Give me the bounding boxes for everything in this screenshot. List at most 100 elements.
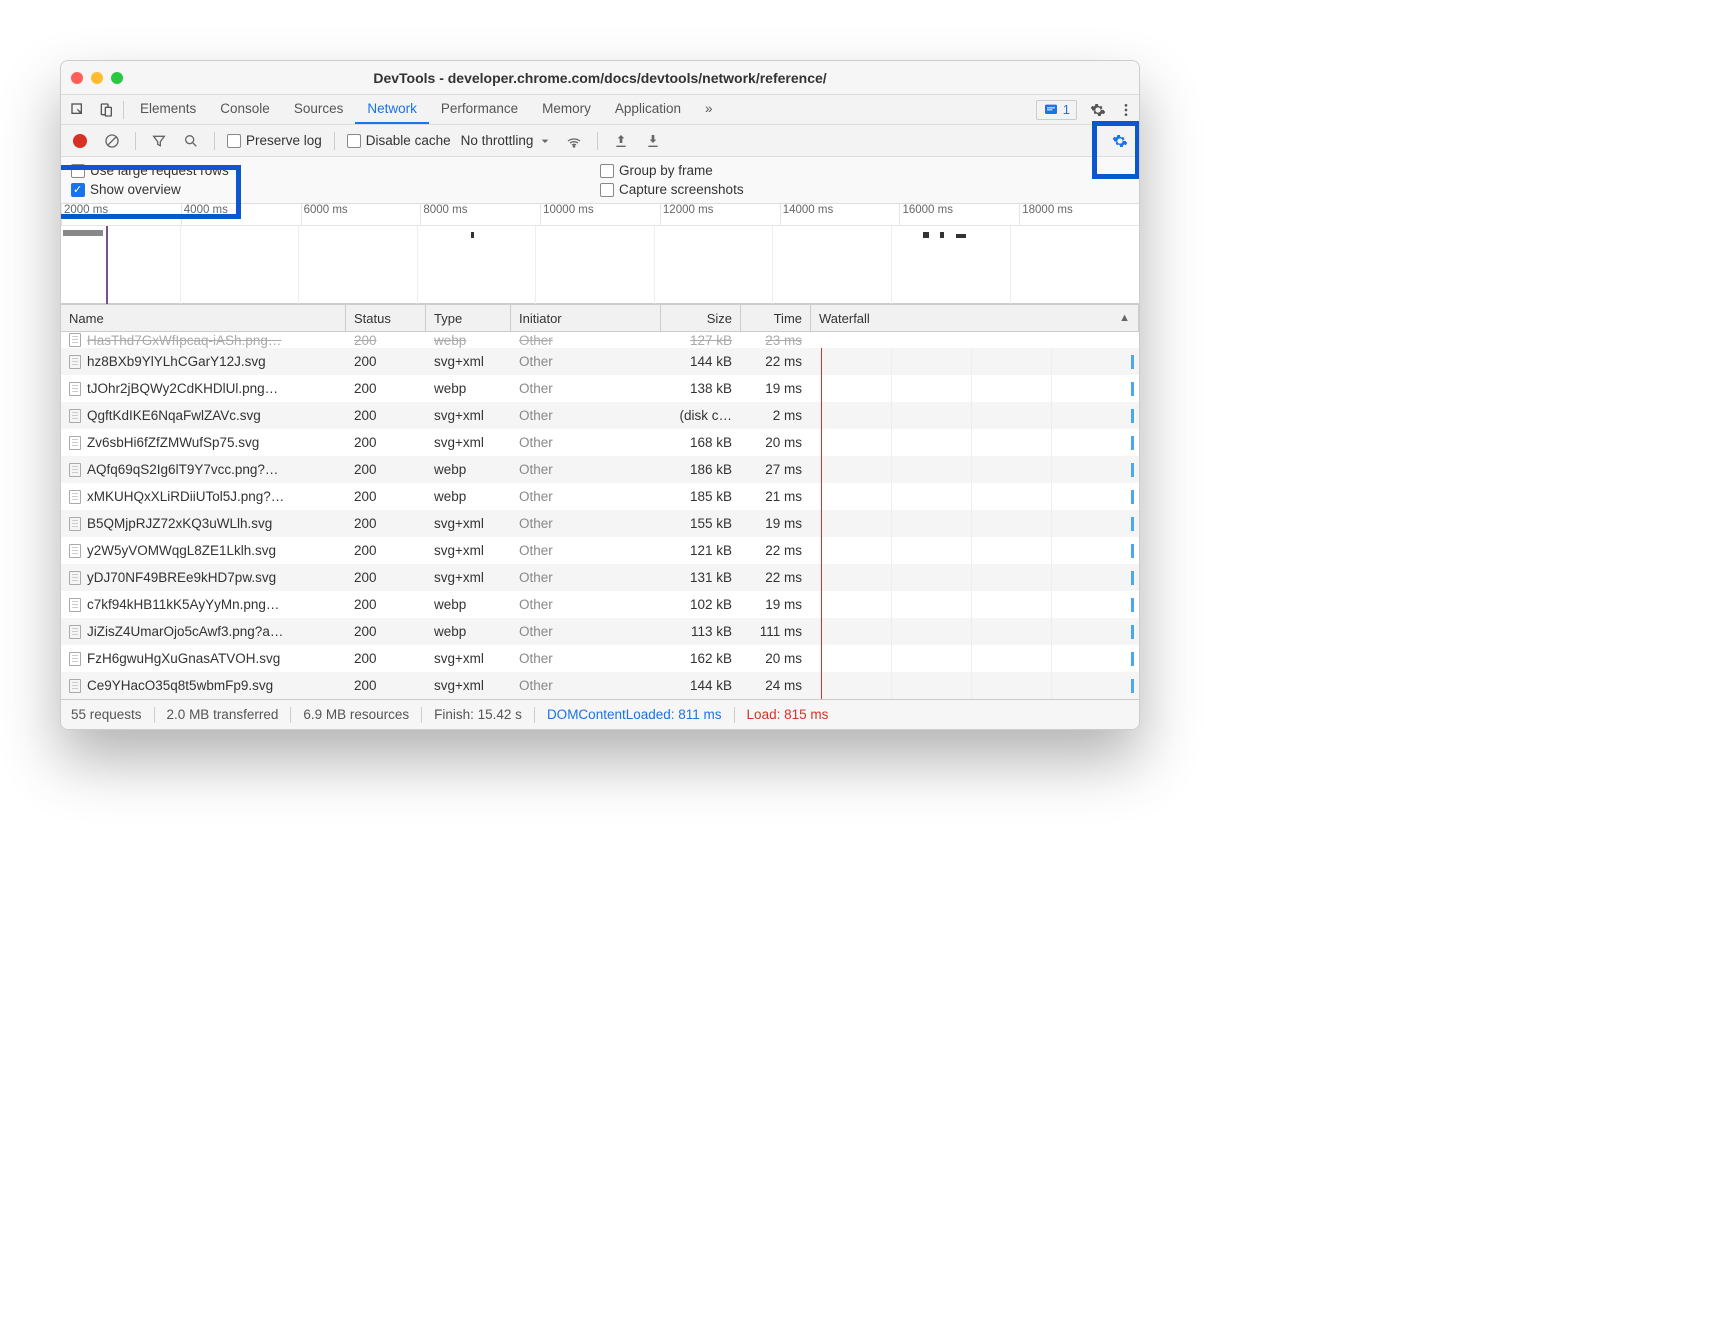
waterfall-cell — [811, 456, 1139, 483]
waterfall-bar — [1131, 652, 1134, 666]
table-row[interactable]: Zv6sbHi6fZfZMWufSp75.svg200svg+xmlOther1… — [61, 429, 1139, 456]
table-row[interactable]: HasThd7GxWfIpcaq-iASh.png… 200 webp Othe… — [61, 332, 1139, 348]
load-line — [821, 564, 822, 591]
table-row[interactable]: QgftKdIKE6NqaFwlZAVc.svg200svg+xmlOther(… — [61, 402, 1139, 429]
request-size: 131 kB — [661, 567, 741, 588]
timeline-mark — [923, 232, 929, 238]
timeline-body — [61, 226, 1139, 304]
request-type: svg+xml — [426, 540, 511, 561]
tab-memory[interactable]: Memory — [530, 95, 603, 124]
request-time: 22 ms — [741, 567, 811, 588]
request-time: 20 ms — [741, 432, 811, 453]
request-initiator: Other — [511, 513, 661, 534]
tab-more[interactable]: » — [693, 95, 725, 124]
waterfall-bar — [1131, 571, 1134, 585]
tab-sources[interactable]: Sources — [282, 95, 356, 124]
request-size: (disk c… — [661, 405, 741, 426]
issues-count: 1 — [1063, 102, 1070, 117]
window-title: DevTools - developer.chrome.com/docs/dev… — [61, 70, 1139, 86]
tab-performance[interactable]: Performance — [429, 95, 530, 124]
capture-screenshots-checkbox[interactable]: Capture screenshots — [600, 182, 1129, 197]
tab-console[interactable]: Console — [208, 95, 282, 124]
network-settings-gear-icon[interactable] — [1109, 130, 1131, 152]
overview-timeline[interactable]: 2000 ms 4000 ms 6000 ms 8000 ms 10000 ms… — [61, 204, 1139, 304]
request-name: tJOhr2jBQWy2CdKHDlUl.png… — [87, 381, 278, 396]
group-by-frame-checkbox[interactable]: Group by frame — [600, 163, 1129, 178]
disable-cache-checkbox[interactable]: Disable cache — [347, 133, 451, 148]
table-row[interactable]: FzH6gwuHgXuGnasATVOH.svg200svg+xmlOther1… — [61, 645, 1139, 672]
status-bar: 55 requests 2.0 MB transferred 6.9 MB re… — [61, 699, 1139, 729]
col-initiator[interactable]: Initiator — [511, 305, 661, 331]
large-request-rows-checkbox[interactable]: Use large request rows — [71, 163, 600, 178]
filter-icon[interactable] — [148, 130, 170, 152]
large-rows-label: Use large request rows — [90, 163, 229, 178]
load-line — [821, 456, 822, 483]
record-button[interactable] — [69, 130, 91, 152]
col-name[interactable]: Name — [61, 305, 346, 331]
table-row[interactable]: xMKUHQxXLiRDiiUTol5J.png?…200webpOther18… — [61, 483, 1139, 510]
request-status: 200 — [346, 405, 426, 426]
table-row[interactable]: y2W5yVOMWqgL8ZE1Lklh.svg200svg+xmlOther1… — [61, 537, 1139, 564]
request-time: 19 ms — [741, 594, 811, 615]
table-row[interactable]: JiZisZ4UmarOjo5cAwf3.png?a…200webpOther1… — [61, 618, 1139, 645]
col-type[interactable]: Type — [426, 305, 511, 331]
inspect-icon[interactable] — [65, 97, 91, 123]
table-row[interactable]: yDJ70NF49BREe9kHD7pw.svg200svg+xmlOther1… — [61, 564, 1139, 591]
request-type: svg+xml — [426, 405, 511, 426]
request-status: 200 — [346, 540, 426, 561]
minimize-window-button[interactable] — [91, 72, 103, 84]
request-time: 22 ms — [741, 351, 811, 372]
close-window-button[interactable] — [71, 72, 83, 84]
request-time: 19 ms — [741, 378, 811, 399]
file-icon — [69, 333, 81, 347]
show-overview-checkbox[interactable]: Show overview — [71, 182, 600, 197]
table-row[interactable]: Ce9YHacO35q8t5wbmFp9.svg200svg+xmlOther1… — [61, 672, 1139, 699]
request-size: 168 kB — [661, 432, 741, 453]
download-har-icon[interactable] — [642, 130, 664, 152]
show-overview-label: Show overview — [90, 182, 181, 197]
waterfall-cell — [811, 402, 1139, 429]
tab-application[interactable]: Application — [603, 95, 693, 124]
table-row[interactable]: c7kf94kHB11kK5AyYyMn.png…200webpOther102… — [61, 591, 1139, 618]
col-waterfall[interactable]: Waterfall ▲ — [811, 305, 1139, 331]
status-load: Load: 815 ms — [747, 707, 829, 722]
waterfall-bar — [1131, 490, 1134, 504]
col-time[interactable]: Time — [741, 305, 811, 331]
table-row[interactable]: tJOhr2jBQWy2CdKHDlUl.png…200webpOther138… — [61, 375, 1139, 402]
tab-elements[interactable]: Elements — [128, 95, 208, 124]
col-size[interactable]: Size — [661, 305, 741, 331]
kebab-menu-icon[interactable] — [1113, 97, 1139, 123]
settings-gear-icon[interactable] — [1085, 97, 1111, 123]
tab-network[interactable]: Network — [355, 95, 429, 124]
upload-har-icon[interactable] — [610, 130, 632, 152]
device-toggle-icon[interactable] — [93, 97, 119, 123]
network-conditions-icon[interactable] — [563, 130, 585, 152]
request-initiator: Other — [511, 432, 661, 453]
maximize-window-button[interactable] — [111, 72, 123, 84]
status-finish: Finish: 15.42 s — [434, 707, 522, 722]
request-time: 21 ms — [741, 486, 811, 507]
issues-badge[interactable]: 1 — [1036, 100, 1077, 120]
request-initiator: Other — [511, 459, 661, 480]
table-row[interactable]: AQfq69qS2Ig6lT9Y7vcc.png?…200webpOther18… — [61, 456, 1139, 483]
col-status[interactable]: Status — [346, 305, 426, 331]
file-icon — [69, 463, 81, 477]
clear-icon[interactable] — [101, 130, 123, 152]
request-status: 200 — [346, 648, 426, 669]
waterfall-cell — [811, 348, 1139, 375]
load-line — [821, 483, 822, 510]
timeline-activity — [63, 230, 103, 236]
load-line — [821, 672, 822, 699]
throttling-select[interactable]: No throttling — [461, 133, 554, 149]
waterfall-bar — [1131, 409, 1134, 423]
table-row[interactable]: hz8BXb9YlYLhCGarY12J.svg200svg+xmlOther1… — [61, 348, 1139, 375]
ruler-tick: 14000 ms — [780, 204, 900, 225]
waterfall-bar — [1131, 517, 1134, 531]
file-icon — [69, 679, 81, 693]
request-size: 121 kB — [661, 540, 741, 561]
request-time: 24 ms — [741, 675, 811, 696]
preserve-log-checkbox[interactable]: Preserve log — [227, 133, 322, 148]
search-icon[interactable] — [180, 130, 202, 152]
file-icon — [69, 652, 81, 666]
table-row[interactable]: B5QMjpRJZ72xKQ3uWLlh.svg200svg+xmlOther1… — [61, 510, 1139, 537]
